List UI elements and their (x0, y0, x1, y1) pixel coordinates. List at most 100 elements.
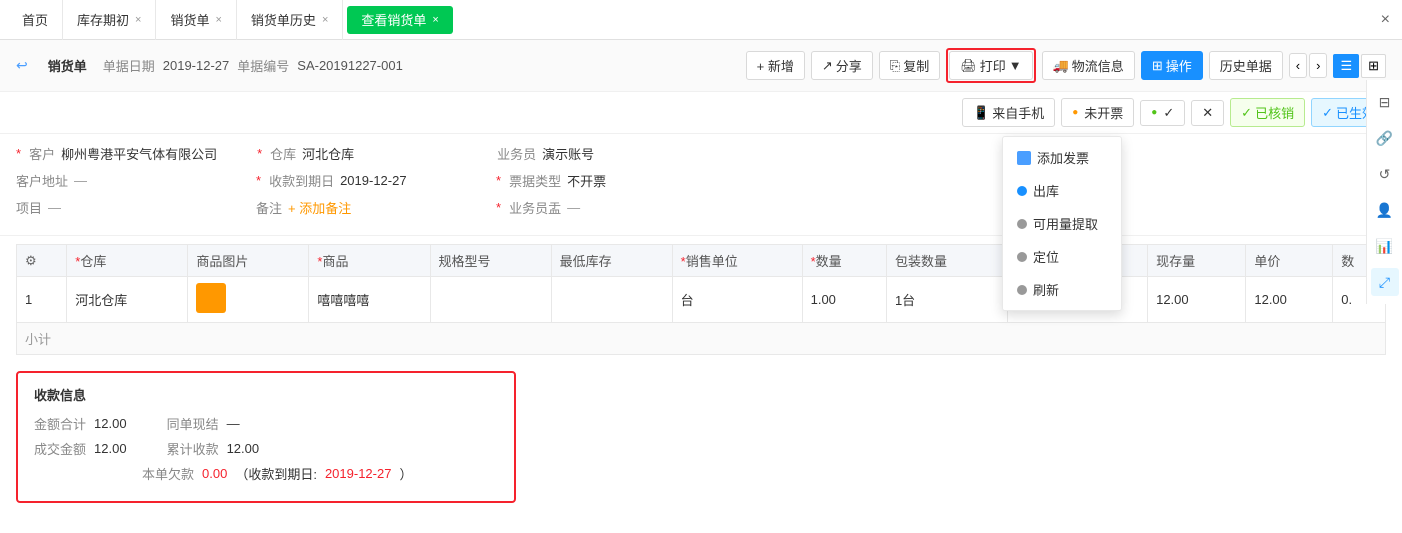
print-icon: 🖨 (960, 58, 977, 74)
next-button[interactable]: › (1309, 53, 1327, 78)
tab-sales[interactable]: 销货单 × (156, 0, 236, 40)
view-list-button[interactable]: ☰ (1333, 54, 1359, 78)
payment-row-3: 本单欠款 0.00 （收款到期日: 2019-12-27 ） (34, 464, 498, 483)
tab-view-sales[interactable]: 查看销货单 × (347, 6, 452, 34)
tab-home[interactable]: 首页 (8, 0, 63, 40)
not-open-button[interactable]: 未开票 (1061, 98, 1134, 127)
tab-inventory-close[interactable]: × (135, 14, 141, 26)
transaction-value: 12.00 (94, 441, 127, 456)
action-row: 📱 来自手机 未开票 ✓ ✕ ✓ 已核销 ✓ 已生效 (0, 92, 1402, 134)
col-min-stock: 最低库存 (551, 245, 672, 277)
cumulative-label: 累计收款 (167, 439, 219, 458)
ticket-value: 不开票 (567, 171, 606, 190)
due-note-end: ） (399, 464, 412, 483)
copy-button[interactable]: ⎘ 复制 (879, 51, 940, 80)
project-label: 项目 (16, 198, 42, 217)
due-date-field: * 收款到期日 2019-12-27 (256, 171, 456, 190)
share-icon: ↗ (822, 58, 833, 74)
total-value: 12.00 (94, 416, 127, 431)
sidebar-icon-2[interactable]: 🔗 (1371, 124, 1399, 152)
tab-inventory[interactable]: 库存期初 × (63, 0, 156, 40)
cancel-button[interactable]: ✕ (1191, 100, 1224, 126)
locate-item[interactable]: 定位 (1003, 240, 1121, 273)
row-min-stock (551, 277, 672, 323)
form-row-1: * 客户 柳州粤港平安气体有限公司 * 仓库 河北仓库 业务员 演示账号 (16, 144, 1386, 163)
payment-row-2: 成交金额 12.00 累计收款 12.00 (34, 439, 498, 458)
outbound-item[interactable]: 出库 (1003, 174, 1121, 207)
invoice-icon (1017, 151, 1031, 165)
logistics-button[interactable]: 🚚 物流信息 (1042, 51, 1135, 80)
available-qty-item[interactable]: 可用量提取 (1003, 207, 1121, 240)
sidebar-icon-5[interactable]: 📊 (1371, 232, 1399, 260)
print-button[interactable]: 🖨 打印 ▼ (949, 51, 1032, 80)
main-content: ↩ 销货单 单据日期 2019-12-27 单据编号 SA-20191227-0… (0, 40, 1402, 533)
due-field: 本单欠款 0.00 （收款到期日: 2019-12-27 ） (142, 464, 412, 483)
gear-icon: ⚙ (25, 253, 37, 268)
same-order-label: 同单现结 (167, 414, 219, 433)
table-section: ⚙ *仓库 商品图片 *商品 规格型号 最低库存 *销售单位 *数量 包装数量 … (0, 244, 1402, 363)
note-field: 备注 + 添加备注 (256, 198, 456, 217)
tab-sales-history-close[interactable]: × (322, 14, 328, 26)
new-button[interactable]: + 新增 (746, 51, 805, 80)
refresh-icon (1017, 285, 1027, 295)
salesperson-value: — (567, 200, 580, 215)
col-product: *商品 (309, 245, 430, 277)
table-header-row: ⚙ *仓库 商品图片 *商品 规格型号 最低库存 *销售单位 *数量 包装数量 … (17, 245, 1386, 277)
plus-icon: + (288, 201, 296, 216)
project-value: — (48, 200, 61, 215)
col-unit: *销售单位 (672, 245, 802, 277)
warehouse-value: 河北仓库 (302, 144, 354, 163)
print-highlight-border: 🖨 打印 ▼ (946, 48, 1035, 83)
subtotal-row: 小计 (17, 323, 1386, 355)
check-icon2: ✓ (1322, 105, 1333, 121)
refresh-item[interactable]: 刷新 (1003, 273, 1121, 306)
prev-button[interactable]: ‹ (1289, 53, 1307, 78)
sidebar-icon-1[interactable]: ⊟ (1371, 88, 1399, 116)
transaction-label: 成交金额 (34, 439, 86, 458)
confirm-button[interactable]: ✓ (1140, 100, 1185, 126)
salesperson-label: 业务员盂 (509, 198, 561, 217)
due-date-required: * (256, 173, 261, 188)
tab-sales-close[interactable]: × (215, 14, 221, 26)
from-phone-button[interactable]: 📱 来自手机 (962, 98, 1055, 127)
locate-icon (1017, 252, 1027, 262)
tab-sales-history[interactable]: 销货单历史 × (237, 0, 343, 40)
doc-title-area: ↩ 销货单 单据日期 2019-12-27 单据编号 SA-20191227-0… (16, 56, 403, 75)
row-no: 1 (17, 277, 67, 323)
row-warehouse: 河北仓库 (67, 277, 188, 323)
due-date-label: 收款到期日 (269, 171, 334, 190)
salesperson-required: * (496, 200, 501, 215)
sidebar-expand-icon[interactable]: ⤢ (1371, 268, 1399, 296)
doc-icon: ↩ (16, 57, 28, 74)
row-spec (430, 277, 551, 323)
share-button[interactable]: ↗ 分享 (811, 51, 873, 80)
window-close-button[interactable]: × (1381, 11, 1390, 29)
toolbar-right: + 新增 ↗ 分享 ⎘ 复制 🖨 打印 ▼ 🚚 物流信息 ⊞ (746, 48, 1386, 83)
add-note-button[interactable]: + 添加备注 (288, 198, 351, 217)
view-grid-button[interactable]: ⊞ (1361, 54, 1386, 78)
doc-header: ↩ 销货单 单据日期 2019-12-27 单据编号 SA-20191227-0… (0, 40, 1402, 92)
due-label: 本单欠款 (142, 464, 194, 483)
customer-label: 客户 (29, 144, 55, 163)
status-sold-badge: ✓ 已核销 (1230, 98, 1305, 127)
data-table: ⚙ *仓库 商品图片 *商品 规格型号 最低库存 *销售单位 *数量 包装数量 … (16, 244, 1386, 355)
history-button[interactable]: 历史单据 (1209, 51, 1283, 80)
cumulative-value: 12.00 (227, 441, 260, 456)
staff-field: 业务员 演示账号 (497, 144, 697, 163)
number-value: SA-20191227-001 (297, 58, 403, 73)
sidebar-icon-4[interactable]: 👤 (1371, 196, 1399, 224)
phone-icon: 📱 (973, 105, 989, 121)
col-quantity: *数量 (802, 245, 886, 277)
date-value: 2019-12-27 (163, 58, 230, 73)
customer-required: * (16, 146, 21, 161)
cumulative-field: 累计收款 12.00 (167, 439, 260, 458)
sidebar-icon-3[interactable]: ↺ (1371, 160, 1399, 188)
tab-view-sales-close[interactable]: × (432, 14, 438, 26)
col-warehouse: *仓库 (67, 245, 188, 277)
add-invoice-item[interactable]: 添加发票 (1003, 141, 1121, 174)
date-label: 单据日期 (103, 56, 155, 75)
operation-button[interactable]: ⊞ 操作 (1141, 51, 1203, 80)
col-current: 现存量 (1148, 245, 1246, 277)
customer-field: * 客户 柳州粤港平安气体有限公司 (16, 144, 217, 163)
address-value: — (74, 173, 87, 188)
